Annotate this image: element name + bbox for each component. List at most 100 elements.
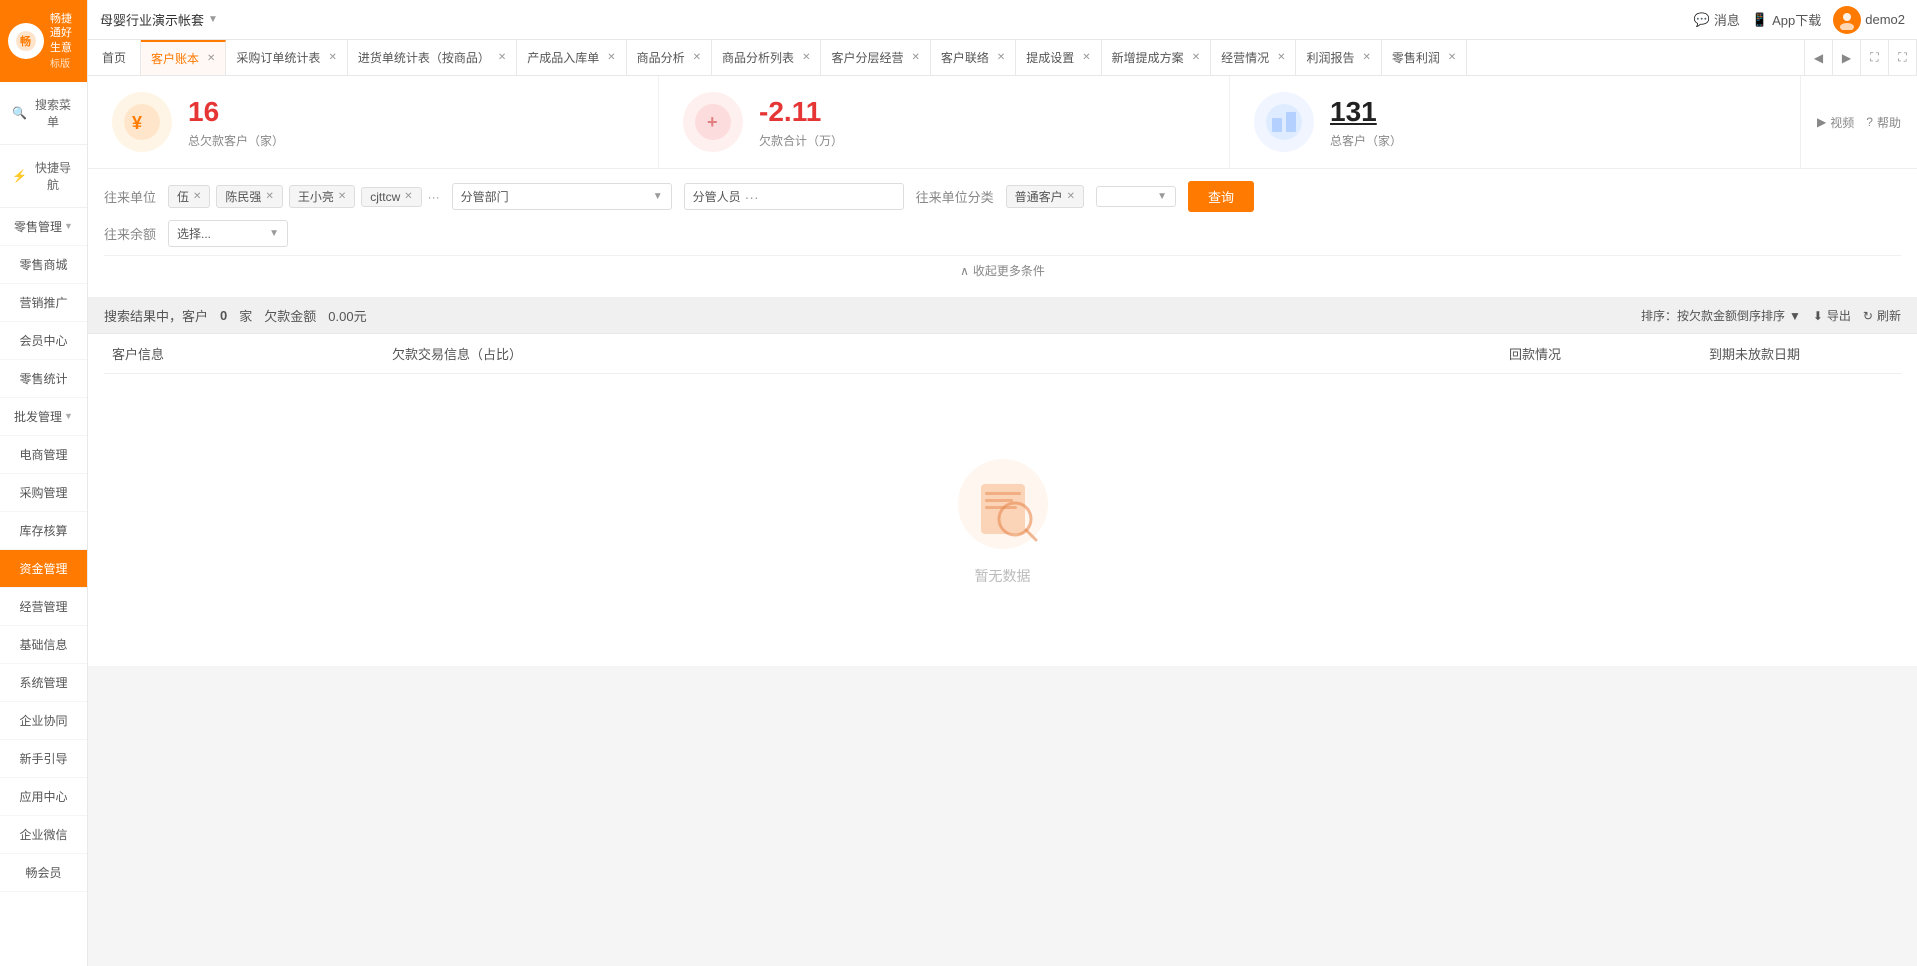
tab-close-icon[interactable]: ✕ [1082, 52, 1090, 63]
user-menu[interactable]: demo2 [1833, 6, 1905, 34]
export-button[interactable]: ⬇ 导出 [1813, 307, 1851, 324]
export-label: 导出 [1827, 307, 1851, 324]
sidebar-item-basic-info[interactable]: 基础信息 [0, 626, 87, 664]
tab-product-analysis[interactable]: 商品分析 ✕ [627, 40, 712, 76]
sidebar-item-retail-mall[interactable]: 零售商城 [0, 246, 87, 284]
tab-new-promotion-plan[interactable]: 新增提成方案 ✕ [1102, 40, 1211, 76]
filter-tag-wang: 王小亮 ✕ [289, 185, 355, 208]
result-prefix: 搜索结果中，客户 [104, 306, 208, 325]
collapse-filter-button[interactable]: ∧ 收起更多条件 [954, 256, 1051, 285]
sidebar-item-purchase-mgmt[interactable]: 采购管理 [0, 474, 87, 512]
tab-customer-segment[interactable]: 客户分层经营 ✕ [821, 40, 930, 76]
svg-text:畅: 畅 [20, 34, 31, 48]
filter-tag-close-wang[interactable]: ✕ [338, 191, 346, 202]
person-filter-dots[interactable]: ··· [745, 189, 759, 205]
tab-close-icon[interactable]: ✕ [802, 52, 810, 63]
sidebar-item-vip-member[interactable]: 畅会员 [0, 854, 87, 892]
sidebar-item-ecommerce-mgmt[interactable]: 电商管理 [0, 436, 87, 474]
tab-purchase-order-stats[interactable]: 采购订单统计表 ✕ [226, 40, 347, 76]
video-label: 视频 [1830, 114, 1854, 131]
sidebar-item-system-mgmt[interactable]: 系统管理 [0, 664, 87, 702]
person-filter-select[interactable]: 分管人员 ··· [684, 183, 904, 210]
svg-text:+: + [707, 112, 718, 132]
sidebar-item-new-user-guide[interactable]: 新手引导 [0, 740, 87, 778]
tab-product-inbound[interactable]: 产成品入库单 ✕ [517, 40, 626, 76]
tab-close-icon[interactable]: ✕ [207, 53, 215, 64]
tab-inbound-stats[interactable]: 进货单统计表（按商品） ✕ [348, 40, 517, 76]
sidebar-item-label: 会员中心 [19, 334, 67, 348]
account-name: 母婴行业演示帐套 [100, 10, 204, 29]
sidebar-item-label: 营销推广 [19, 296, 67, 310]
dept-placeholder: 分管部门 [461, 188, 509, 205]
sidebar-item-operations-mgmt[interactable]: 经营管理 [0, 588, 87, 626]
sidebar-item-retail-stats[interactable]: 零售统计 [0, 360, 87, 398]
sort-select[interactable]: 排序：按欠款金额倒序排序 ▼ [1641, 307, 1801, 324]
tab-expand-button[interactable]: ⛶ [1861, 40, 1889, 76]
unit-filter-tags: 伍 ✕ 陈民强 ✕ 王小亮 ✕ cjttcw ✕ ··· [168, 185, 440, 208]
logo-text: 畅捷通好生意 [50, 12, 79, 55]
tab-close-icon[interactable]: ✕ [997, 52, 1005, 63]
filter-tag-close-chen[interactable]: ✕ [265, 191, 273, 202]
sidebar-item-enterprise-wechat[interactable]: 企业微信 [0, 816, 87, 854]
stat-label-debt: 欠款合计（万） [759, 132, 1205, 149]
content-area: ¥ 16 总欠款客户（家） + -2.11 欠款合计 [88, 76, 1917, 966]
filter-tag-close-normal[interactable]: ✕ [1067, 191, 1075, 202]
tab-product-analysis-list[interactable]: 商品分析列表 ✕ [712, 40, 821, 76]
dept-filter-select[interactable]: 分管部门 ▼ [452, 183, 672, 210]
tab-scroll-right-button[interactable]: ▶ [1833, 40, 1861, 76]
sidebar-item-member-center[interactable]: 会员中心 [0, 322, 87, 360]
filter-tag-cjttcw: cjttcw ✕ [361, 187, 421, 207]
quick-nav-button[interactable]: ⚡ 快捷导航 [8, 153, 79, 199]
app-download-label: App下载 [1772, 10, 1821, 29]
chevron-down-icon: ▼ [64, 411, 73, 421]
sidebar-item-enterprise-collab[interactable]: 企业协同 [0, 702, 87, 740]
tab-label: 提成设置 [1026, 49, 1074, 66]
tab-customer-accounts[interactable]: 客户账本 ✕ [141, 40, 226, 76]
sidebar-item-inventory-check[interactable]: 库存核算 [0, 512, 87, 550]
sidebar-item-retail-mgmt[interactable]: 零售管理 ▼ [0, 208, 87, 246]
filter-tag-close-wu[interactable]: ✕ [193, 191, 201, 202]
balance-filter-label: 往来余额 [104, 224, 156, 243]
tab-close-icon[interactable]: ✕ [498, 52, 506, 63]
sidebar-item-capital-mgmt[interactable]: 资金管理 [0, 550, 87, 588]
tab-close-icon[interactable]: ✕ [1448, 52, 1456, 63]
chevron-down-icon: ▼ [64, 221, 73, 231]
filter-row-2: 往来余额 选择... ▼ [104, 220, 1901, 247]
tab-close-icon[interactable]: ✕ [1363, 52, 1371, 63]
tab-close-icon[interactable]: ✕ [1192, 52, 1200, 63]
sidebar-item-batch-mgmt[interactable]: 批发管理 ▼ [0, 398, 87, 436]
sidebar-item-label: 经营管理 [19, 600, 67, 614]
tab-business-situation[interactable]: 经营情况 ✕ [1211, 40, 1296, 76]
tab-close-icon[interactable]: ✕ [328, 52, 336, 63]
tab-customer-contact[interactable]: 客户联络 ✕ [931, 40, 1016, 76]
tab-close-icon[interactable]: ✕ [911, 52, 919, 63]
empty-icon [953, 454, 1053, 554]
search-icon: 🔍 [12, 106, 27, 120]
query-button[interactable]: 查询 [1188, 181, 1254, 212]
tab-promotion-settings[interactable]: 提成设置 ✕ [1016, 40, 1101, 76]
search-menu-button[interactable]: 🔍 搜索菜单 [8, 90, 79, 136]
filter-more-button[interactable]: ··· [428, 190, 440, 204]
result-count-unit: 家 [239, 306, 252, 325]
sidebar-item-label: 畅会员 [25, 866, 61, 880]
refresh-button[interactable]: ↻ 刷新 [1863, 307, 1901, 324]
tab-close-icon[interactable]: ✕ [1277, 52, 1285, 63]
tab-retail-profit[interactable]: 零售利润 ✕ [1382, 40, 1467, 76]
tab-profit-report[interactable]: 利润报告 ✕ [1296, 40, 1381, 76]
unit-type-dropdown[interactable]: ▼ [1096, 186, 1176, 207]
tab-scroll-left-button[interactable]: ◀ [1805, 40, 1833, 76]
sidebar-item-marketing[interactable]: 营销推广 [0, 284, 87, 322]
tab-close-icon[interactable]: ✕ [693, 52, 701, 63]
filter-tag-close-cjttcw[interactable]: ✕ [404, 191, 412, 202]
messages-button[interactable]: 💬 消息 [1694, 10, 1740, 29]
tab-fullscreen-button[interactable]: ⛶ [1889, 40, 1917, 76]
tab-close-icon[interactable]: ✕ [607, 52, 615, 63]
sidebar-item-app-center[interactable]: 应用中心 [0, 778, 87, 816]
account-selector[interactable]: 母婴行业演示帐套 ▼ [100, 10, 218, 29]
sidebar-logo[interactable]: 畅 畅捷通好生意 标版 [0, 0, 87, 82]
balance-filter-select[interactable]: 选择... ▼ [168, 220, 288, 247]
tab-home[interactable]: 首页 [88, 40, 141, 76]
app-download-button[interactable]: 📱 App下载 [1752, 10, 1821, 29]
help-button[interactable]: ? 帮助 [1866, 114, 1901, 131]
video-button[interactable]: ▶ 视频 [1817, 114, 1854, 131]
